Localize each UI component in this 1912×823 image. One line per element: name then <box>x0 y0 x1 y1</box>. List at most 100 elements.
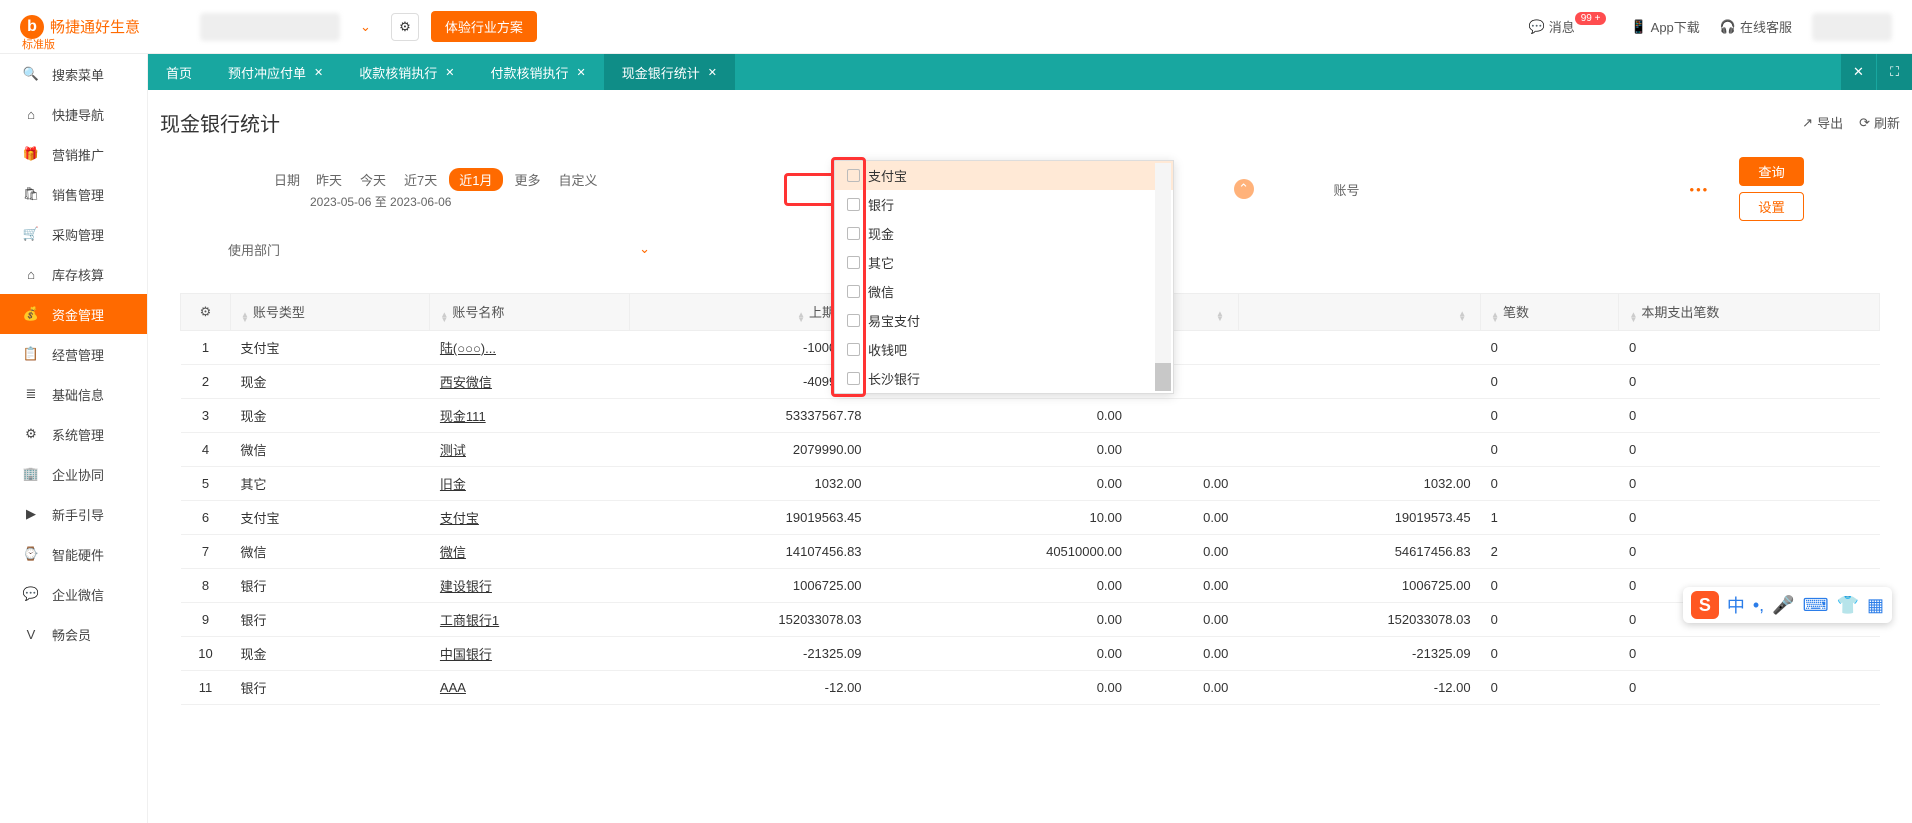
tab-2[interactable]: 收款核销执行✕ <box>341 54 472 90</box>
table-row[interactable]: 6 支付宝 支付宝 19019563.45 10.00 0.00 1901957… <box>181 501 1880 535</box>
org-dropdown-icon[interactable]: ⌄ <box>360 19 371 35</box>
table-row[interactable]: 8 银行 建设银行 1006725.00 0.00 0.00 1006725.0… <box>181 569 1880 603</box>
sidebar-item-3[interactable]: 🛍销售管理 <box>0 174 147 214</box>
sidebar-item-5[interactable]: ⌂库存核算 <box>0 254 147 294</box>
cell-name[interactable]: 陆(○○○)... <box>430 331 629 365</box>
tab-close-icon[interactable]: ✕ <box>445 66 454 79</box>
checkbox[interactable] <box>847 314 860 327</box>
cell-name[interactable]: 工商银行1 <box>430 603 629 637</box>
filter-settings-button[interactable]: 设置 <box>1739 192 1804 221</box>
sort-icon[interactable]: ▲▼ <box>1216 311 1224 321</box>
sort-icon[interactable]: ▲▼ <box>440 312 448 322</box>
dropdown-item-6[interactable]: 收钱吧 <box>835 335 1173 364</box>
column-header-6[interactable]: ▲▼ <box>1238 294 1480 331</box>
checkbox[interactable] <box>847 372 860 385</box>
sort-icon[interactable]: ▲▼ <box>1629 312 1637 322</box>
sidebar-item-11[interactable]: ▶新手引导 <box>0 494 147 534</box>
tab-3[interactable]: 付款核销执行✕ <box>472 54 603 90</box>
messages-button[interactable]: 💬 消息 99 + <box>1529 17 1611 36</box>
cell-name[interactable]: 微信 <box>430 535 629 569</box>
tab-close-icon[interactable]: ✕ <box>577 66 586 79</box>
tab-close-icon[interactable]: ✕ <box>314 66 323 79</box>
date-chip-1[interactable]: 今天 <box>354 168 392 191</box>
ime-keyboard-icon[interactable]: ⌨ <box>1803 595 1829 616</box>
sort-icon[interactable]: ▲▼ <box>241 312 249 322</box>
dropdown-item-2[interactable]: 现金 <box>835 219 1173 248</box>
ime-widget[interactable]: S 中 •, 🎤 ⌨ 👕 ▦ <box>1683 587 1892 623</box>
dropdown-item-5[interactable]: 易宝支付 <box>835 306 1173 335</box>
sort-icon[interactable]: ▲▼ <box>1458 311 1466 321</box>
more-filters-button[interactable]: ••• <box>1690 182 1710 197</box>
date-chip-0[interactable]: 昨天 <box>310 168 348 191</box>
date-chip-2[interactable]: 近7天 <box>398 168 443 191</box>
tab-close-icon[interactable]: ✕ <box>708 66 717 79</box>
table-row[interactable]: 7 微信 微信 14107456.83 40510000.00 0.00 546… <box>181 535 1880 569</box>
table-row[interactable]: 11 银行 AAA -12.00 0.00 0.00 -12.00 0 0 <box>181 671 1880 705</box>
column-header-0[interactable]: ⚙ <box>181 294 231 331</box>
date-chip-4[interactable]: 更多 <box>509 168 547 191</box>
online-service-button[interactable]: 🎧 在线客服 <box>1720 17 1792 36</box>
export-button[interactable]: ↗ 导出 <box>1802 113 1843 132</box>
column-header-8[interactable]: ▲▼本期支出笔数 <box>1619 294 1880 331</box>
scrollbar-thumb[interactable] <box>1155 363 1171 391</box>
table-row[interactable]: 9 银行 工商银行1 152033078.03 0.00 0.00 152033… <box>181 603 1880 637</box>
ime-skin-icon[interactable]: 👕 <box>1837 595 1859 616</box>
sidebar-item-12[interactable]: ⌚智能硬件 <box>0 534 147 574</box>
dropdown-item-0[interactable]: 支付宝 <box>835 161 1173 190</box>
ime-toolbox-icon[interactable]: ▦ <box>1867 595 1884 616</box>
sidebar-item-10[interactable]: 🏢企业协同 <box>0 454 147 494</box>
tab-1[interactable]: 预付冲应付单✕ <box>210 54 341 90</box>
date-chip-5[interactable]: 自定义 <box>553 168 604 191</box>
sidebar-item-0[interactable]: 🔍搜索菜单 <box>0 54 147 94</box>
cell-name[interactable]: 现金111 <box>430 399 629 433</box>
cell-name[interactable]: AAA <box>430 671 629 705</box>
ime-punct-icon[interactable]: •, <box>1753 595 1764 616</box>
dropdown-item-3[interactable]: 其它 <box>835 248 1173 277</box>
checkbox[interactable] <box>847 169 860 182</box>
column-header-2[interactable]: ▲▼账号名称 <box>430 294 629 331</box>
cell-name[interactable]: 旧金 <box>430 467 629 501</box>
dropdown-scrollbar[interactable] <box>1155 163 1171 391</box>
refresh-button[interactable]: ⟳ 刷新 <box>1859 113 1900 132</box>
cell-name[interactable]: 建设银行 <box>430 569 629 603</box>
tab-fullscreen-button[interactable]: ⛶ <box>1876 54 1912 90</box>
tab-0[interactable]: 首页 <box>148 54 210 90</box>
dropdown-item-7[interactable]: 长沙银行 <box>835 364 1173 393</box>
sidebar-item-13[interactable]: 💬企业微信 <box>0 574 147 614</box>
sort-icon[interactable]: ▲▼ <box>797 312 805 322</box>
sidebar-item-8[interactable]: ≣基础信息 <box>0 374 147 414</box>
ime-lang[interactable]: 中 <box>1727 592 1745 618</box>
tab-4[interactable]: 现金银行统计✕ <box>604 54 735 90</box>
dropdown-item-1[interactable]: 银行 <box>835 190 1173 219</box>
settings-gear-button[interactable]: ⚙ <box>391 13 419 41</box>
date-chip-3[interactable]: 近1月 <box>449 168 502 191</box>
table-row[interactable]: 5 其它 旧金 1032.00 0.00 0.00 1032.00 0 0 <box>181 467 1880 501</box>
app-download-button[interactable]: 📱 App下载 <box>1630 17 1699 36</box>
sidebar-item-7[interactable]: 📋经营管理 <box>0 334 147 374</box>
cell-name[interactable]: 中国银行 <box>430 637 629 671</box>
cell-name[interactable]: 西安微信 <box>430 365 629 399</box>
checkbox[interactable] <box>847 227 860 240</box>
table-row[interactable]: 3 现金 现金111 53337567.78 0.00 0 0 <box>181 399 1880 433</box>
sidebar-item-9[interactable]: ⚙系统管理 <box>0 414 147 454</box>
table-row[interactable]: 10 现金 中国银行 -21325.09 0.00 0.00 -21325.09… <box>181 637 1880 671</box>
checkbox[interactable] <box>847 198 860 211</box>
sidebar-item-6[interactable]: 💰资金管理 <box>0 294 147 334</box>
checkbox[interactable] <box>847 343 860 356</box>
industry-solution-button[interactable]: 体验行业方案 <box>431 11 537 42</box>
sort-icon[interactable]: ▲▼ <box>1491 312 1499 322</box>
checkbox[interactable] <box>847 256 860 269</box>
checkbox[interactable] <box>847 285 860 298</box>
ime-mic-icon[interactable]: 🎤 <box>1772 595 1794 616</box>
sidebar-item-14[interactable]: V畅会员 <box>0 614 147 654</box>
dropdown-item-4[interactable]: 微信 <box>835 277 1173 306</box>
cell-name[interactable]: 测试 <box>430 433 629 467</box>
query-button[interactable]: 查询 <box>1739 157 1804 186</box>
sidebar-item-4[interactable]: 🛒采购管理 <box>0 214 147 254</box>
sidebar-item-2[interactable]: 🎁营销推广 <box>0 134 147 174</box>
sidebar-item-1[interactable]: ⌂快捷导航 <box>0 94 147 134</box>
column-header-1[interactable]: ▲▼账号类型 <box>231 294 430 331</box>
dept-select[interactable]: ⌄ <box>320 241 650 257</box>
table-row[interactable]: 4 微信 测试 2079990.00 0.00 0 0 <box>181 433 1880 467</box>
cell-name[interactable]: 支付宝 <box>430 501 629 535</box>
